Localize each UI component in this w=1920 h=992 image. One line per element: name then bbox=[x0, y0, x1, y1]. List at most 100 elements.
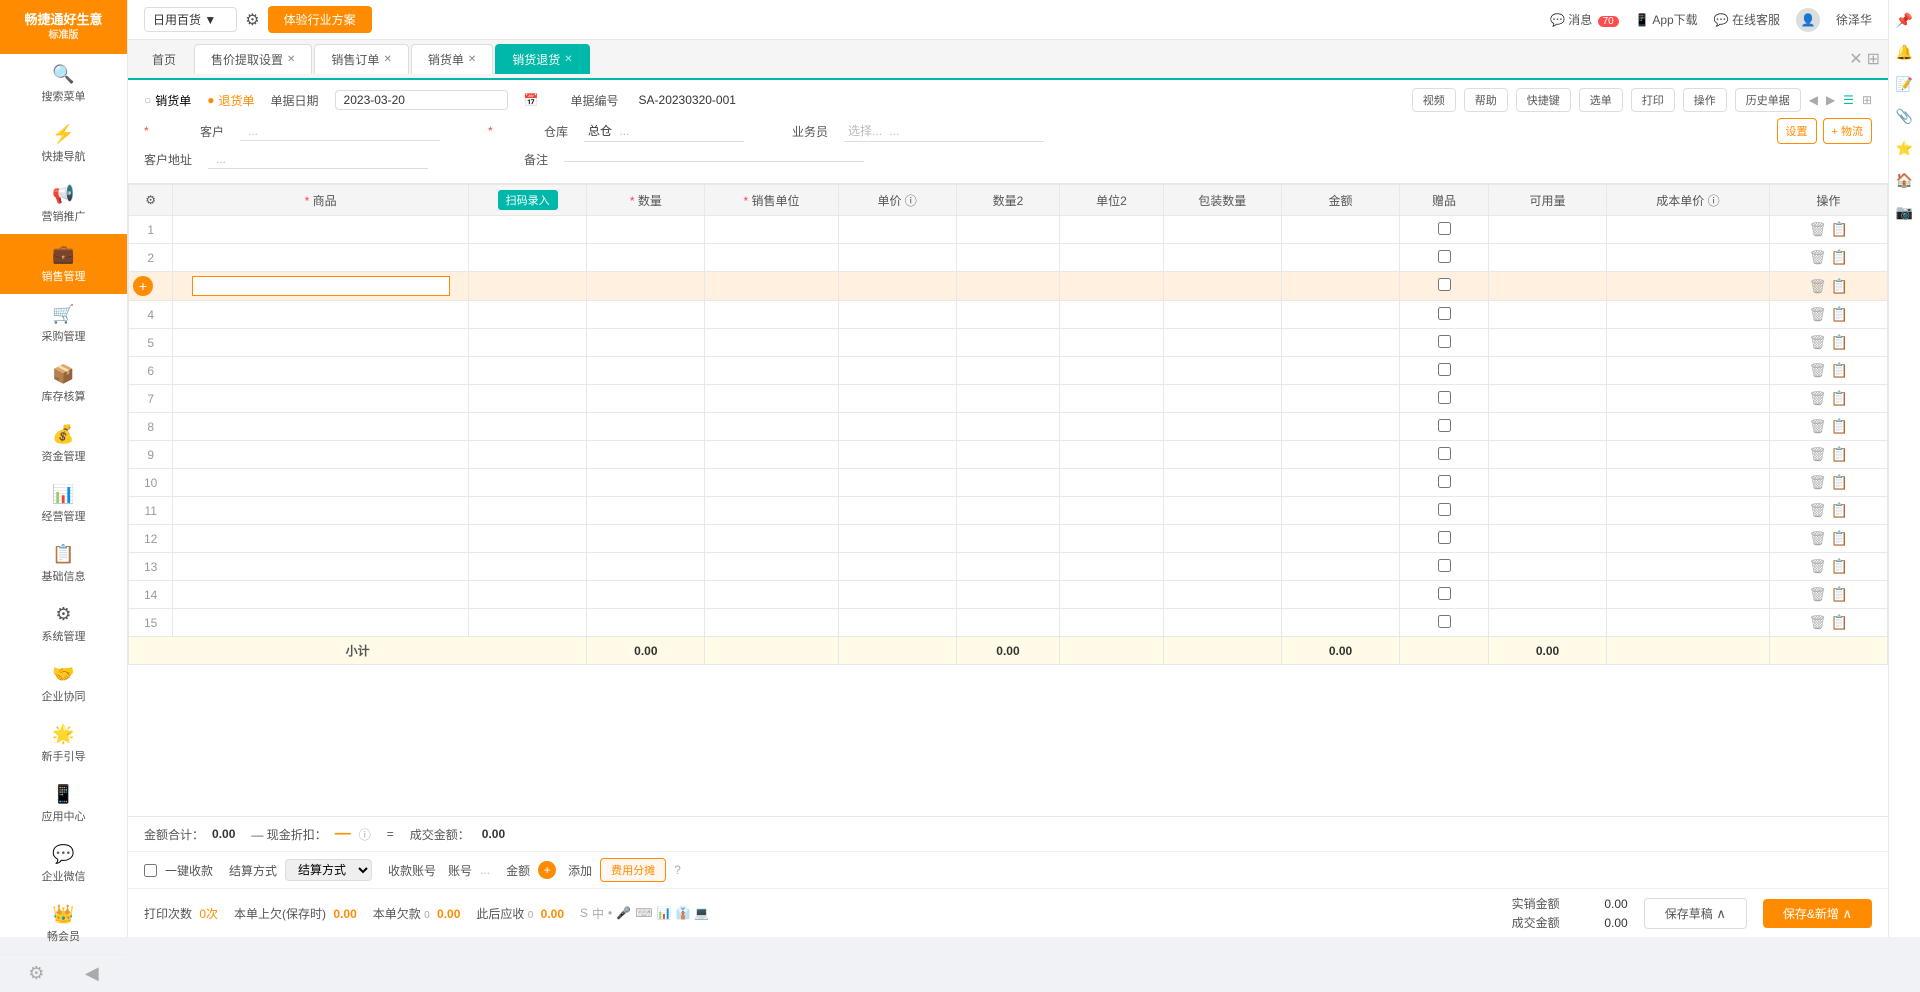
cell-qty-2[interactable] bbox=[587, 244, 705, 272]
cell-amount-2[interactable] bbox=[1281, 244, 1399, 272]
delete-icon-3[interactable]: 🗑 bbox=[1809, 278, 1827, 295]
tab-销货退货[interactable]: 销货退货✕ bbox=[495, 44, 589, 74]
cell-qty2-7[interactable] bbox=[956, 385, 1059, 413]
gift-checkbox-8[interactable] bbox=[1438, 419, 1451, 432]
cell-unit2-3[interactable] bbox=[1060, 272, 1163, 301]
cell-gift-15[interactable] bbox=[1400, 609, 1489, 637]
cell-pkg-13[interactable] bbox=[1163, 553, 1281, 581]
cell-pkg-9[interactable] bbox=[1163, 441, 1281, 469]
view-grid-icon[interactable]: ⊞ bbox=[1862, 93, 1872, 107]
radio-sale[interactable]: ○ 销货单 bbox=[144, 92, 191, 109]
col-settings[interactable]: ⚙ bbox=[129, 185, 173, 216]
cell-qty-14[interactable] bbox=[587, 581, 705, 609]
gift-checkbox-13[interactable] bbox=[1438, 559, 1451, 572]
cell-gift-11[interactable] bbox=[1400, 497, 1489, 525]
sidebar-settings-icon[interactable]: ⚙ bbox=[28, 963, 44, 984]
cell-available-13[interactable] bbox=[1488, 553, 1606, 581]
cell-pkg-15[interactable] bbox=[1163, 609, 1281, 637]
cell-price-3[interactable] bbox=[838, 272, 956, 301]
cell-available-8[interactable] bbox=[1488, 413, 1606, 441]
cell-available-2[interactable] bbox=[1488, 244, 1606, 272]
cell-available-9[interactable] bbox=[1488, 441, 1606, 469]
sidebar-item-apps[interactable]: 📱应用中心 bbox=[0, 774, 127, 834]
right-icon-3[interactable]: 📝 bbox=[1893, 72, 1917, 96]
cell-gift-4[interactable] bbox=[1400, 301, 1489, 329]
copy-icon-7[interactable]: 📋 bbox=[1831, 390, 1848, 407]
cell-price-5[interactable] bbox=[838, 329, 956, 357]
cell-qty-4[interactable] bbox=[587, 301, 705, 329]
staff-input[interactable]: 选择... ... bbox=[844, 120, 1044, 142]
cell-qty2-15[interactable] bbox=[956, 609, 1059, 637]
tab-售价提取设置[interactable]: 售价提取设置✕ bbox=[194, 44, 312, 74]
cell-qty-11[interactable] bbox=[587, 497, 705, 525]
cell-unit-13[interactable] bbox=[705, 553, 838, 581]
settings-side-btn[interactable]: 设置 bbox=[1777, 118, 1817, 144]
view-list-icon[interactable]: ☰ bbox=[1843, 93, 1854, 107]
cell-unit2-7[interactable] bbox=[1060, 385, 1163, 413]
remark-input[interactable] bbox=[564, 157, 864, 162]
cell-price-9[interactable] bbox=[838, 441, 956, 469]
cell-cost-7[interactable] bbox=[1607, 385, 1770, 413]
cell-gift-3[interactable] bbox=[1400, 272, 1489, 301]
add-row-button[interactable]: + bbox=[133, 276, 153, 296]
cell-qty-10[interactable] bbox=[587, 469, 705, 497]
cell-pkg-7[interactable] bbox=[1163, 385, 1281, 413]
cell-goods-4[interactable] bbox=[173, 301, 469, 329]
radio-return[interactable]: ● 退货单 bbox=[207, 92, 254, 109]
cell-qty2-2[interactable] bbox=[956, 244, 1059, 272]
tab-close-all[interactable]: ✕ bbox=[1849, 49, 1862, 69]
right-icon-2[interactable]: 🔔 bbox=[1893, 40, 1917, 64]
cell-price-10[interactable] bbox=[838, 469, 956, 497]
gift-checkbox-3[interactable] bbox=[1438, 278, 1451, 291]
gift-checkbox-10[interactable] bbox=[1438, 475, 1451, 488]
gift-checkbox-15[interactable] bbox=[1438, 615, 1451, 628]
cell-cost-14[interactable] bbox=[1607, 581, 1770, 609]
cell-amount-13[interactable] bbox=[1281, 553, 1399, 581]
delete-icon-11[interactable]: 🗑 bbox=[1809, 502, 1827, 519]
cell-amount-10[interactable] bbox=[1281, 469, 1399, 497]
cell-available-5[interactable] bbox=[1488, 329, 1606, 357]
sidebar-item-sales[interactable]: 💼销售管理 bbox=[0, 234, 127, 294]
trial-btn[interactable]: 体验行业方案 bbox=[268, 6, 372, 33]
cell-unit2-5[interactable] bbox=[1060, 329, 1163, 357]
tab-首页[interactable]: 首页 bbox=[136, 45, 192, 74]
delete-icon-4[interactable]: 🗑 bbox=[1809, 306, 1827, 323]
cell-cost-10[interactable] bbox=[1607, 469, 1770, 497]
cell-amount-9[interactable] bbox=[1281, 441, 1399, 469]
cell-price-4[interactable] bbox=[838, 301, 956, 329]
right-icon-1[interactable]: 📌 bbox=[1893, 8, 1917, 32]
print-btn[interactable]: 打印 bbox=[1631, 88, 1675, 112]
cell-goods-6[interactable] bbox=[173, 357, 469, 385]
cell-qty-12[interactable] bbox=[587, 525, 705, 553]
cell-cost-9[interactable] bbox=[1607, 441, 1770, 469]
cell-available-12[interactable] bbox=[1488, 525, 1606, 553]
gift-checkbox-7[interactable] bbox=[1438, 391, 1451, 404]
cell-goods-10[interactable] bbox=[173, 469, 469, 497]
cell-available-3[interactable] bbox=[1488, 272, 1606, 301]
customer-input[interactable]: ... bbox=[240, 122, 440, 141]
cell-qty2-4[interactable] bbox=[956, 301, 1059, 329]
select-btn[interactable]: 选单 bbox=[1579, 88, 1623, 112]
copy-icon-12[interactable]: 📋 bbox=[1831, 530, 1848, 547]
copy-icon-15[interactable]: 📋 bbox=[1831, 614, 1848, 631]
copy-icon-14[interactable]: 📋 bbox=[1831, 586, 1848, 603]
cell-unit-8[interactable] bbox=[705, 413, 838, 441]
cell-unit-5[interactable] bbox=[705, 329, 838, 357]
tab-销货单[interactable]: 销货单✕ bbox=[411, 44, 493, 74]
save-new-btn[interactable]: 保存&新增 ∧ bbox=[1763, 899, 1872, 928]
delete-icon-1[interactable]: 🗑 bbox=[1809, 221, 1827, 238]
cell-unit2-6[interactable] bbox=[1060, 357, 1163, 385]
cell-gift-13[interactable] bbox=[1400, 553, 1489, 581]
cell-goods-9[interactable] bbox=[173, 441, 469, 469]
history-btn[interactable]: 历史单据 bbox=[1735, 88, 1801, 112]
cell-unit-4[interactable] bbox=[705, 301, 838, 329]
cell-amount-14[interactable] bbox=[1281, 581, 1399, 609]
settle-method-select[interactable]: 结算方式 bbox=[285, 859, 372, 881]
cell-amount-7[interactable] bbox=[1281, 385, 1399, 413]
save-draft-btn[interactable]: 保存草稿 ∧ bbox=[1644, 898, 1747, 929]
gift-checkbox-14[interactable] bbox=[1438, 587, 1451, 600]
cell-goods-14[interactable] bbox=[173, 581, 469, 609]
cell-qty2-11[interactable] bbox=[956, 497, 1059, 525]
sidebar-collapse-icon[interactable]: ◀ bbox=[85, 963, 99, 984]
cell-gift-6[interactable] bbox=[1400, 357, 1489, 385]
